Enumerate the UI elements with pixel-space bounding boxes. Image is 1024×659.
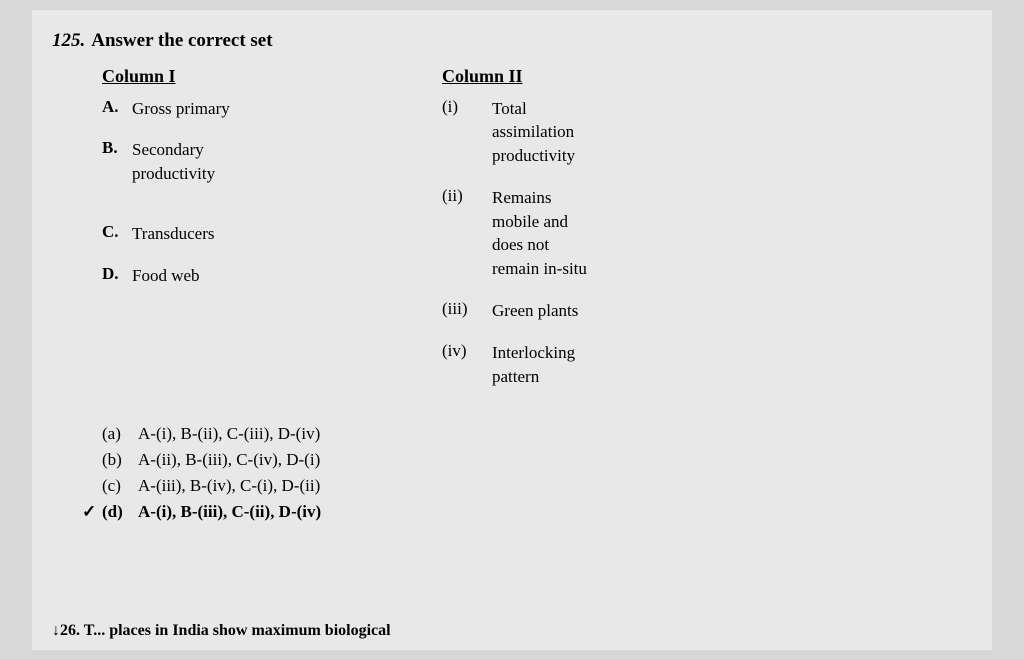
column-I-header: Column I xyxy=(102,66,442,87)
column-II: Column II (i) Totalassimilationproductiv… xyxy=(442,66,822,407)
col2-numeral-i: (i) xyxy=(442,97,492,117)
option-d-text: A-(i), B-(iii), C-(ii), D-(iv) xyxy=(138,502,321,522)
option-c-text: A-(iii), B-(iv), C-(i), D-(ii) xyxy=(138,476,320,496)
question-number: 125. xyxy=(52,30,85,52)
option-b-letter: (b) xyxy=(102,450,138,470)
col1-letter-D: D. xyxy=(102,264,132,284)
column-II-header: Column II xyxy=(442,66,822,87)
col2-row-i: (i) Totalassimilationproductivity xyxy=(442,97,822,168)
option-a-text: A-(i), B-(ii), C-(iii), D-(iv) xyxy=(138,424,320,444)
col2-numeral-iv: (iv) xyxy=(442,341,492,361)
col2-text-iv: Interlockingpattern xyxy=(492,341,575,389)
col2-numeral-iii: (iii) xyxy=(442,299,492,319)
option-d: ✓ (d) A-(i), B-(iii), C-(ii), D-(iv) xyxy=(102,502,962,522)
col1-letter-A: A. xyxy=(102,97,132,117)
question-text: Answer the correct set xyxy=(91,30,272,52)
option-d-letter: (d) xyxy=(102,502,138,522)
col1-text-D: Food web xyxy=(132,264,200,288)
question-header: 125. Answer the correct set xyxy=(52,30,962,52)
next-question-partial: ↓26. T... places in India show maximum b… xyxy=(52,622,391,639)
col1-row-A: A. Gross primary xyxy=(102,97,442,121)
col1-text-B: Secondaryproductivity xyxy=(132,138,215,186)
col2-text-iii: Green plants xyxy=(492,299,578,323)
option-b: (b) A-(ii), B-(iii), C-(iv), D-(i) xyxy=(102,450,962,470)
column-I: Column I A. Gross primary B. Secondarypr… xyxy=(102,66,442,407)
columns-wrapper: Column I A. Gross primary B. Secondarypr… xyxy=(102,66,962,407)
selected-indicator: ✓ xyxy=(82,502,96,522)
col1-text-C: Transducers xyxy=(132,222,214,246)
option-a: (a) A-(i), B-(ii), C-(iii), D-(iv) xyxy=(102,424,962,444)
page: 125. Answer the correct set Column I A. … xyxy=(32,10,992,650)
col2-text-ii: Remainsmobile anddoes notremain in-situ xyxy=(492,186,587,281)
col1-text-A: Gross primary xyxy=(132,97,230,121)
col1-row-D: D. Food web xyxy=(102,264,442,288)
options-section: (a) A-(i), B-(ii), C-(iii), D-(iv) (b) A… xyxy=(102,424,962,528)
col2-text-i: Totalassimilationproductivity xyxy=(492,97,575,168)
option-a-letter: (a) xyxy=(102,424,138,444)
col2-row-iii: (iii) Green plants xyxy=(442,299,822,323)
col1-letter-C: C. xyxy=(102,222,132,242)
col2-row-iv: (iv) Interlockingpattern xyxy=(442,341,822,389)
bottom-partial-text: ↓26. T... places in India show maximum b… xyxy=(52,622,391,640)
option-c-letter: (c) xyxy=(102,476,138,496)
col1-row-B: B. Secondaryproductivity xyxy=(102,138,442,186)
question-container: 125. Answer the correct set Column I A. … xyxy=(52,30,962,529)
option-c: (c) A-(iii), B-(iv), C-(i), D-(ii) xyxy=(102,476,962,496)
option-b-text: A-(ii), B-(iii), C-(iv), D-(i) xyxy=(138,450,320,470)
col1-letter-B: B. xyxy=(102,138,132,158)
col1-row-C: C. Transducers xyxy=(102,222,442,246)
col2-row-ii: (ii) Remainsmobile anddoes notremain in-… xyxy=(442,186,822,281)
col2-numeral-ii: (ii) xyxy=(442,186,492,206)
